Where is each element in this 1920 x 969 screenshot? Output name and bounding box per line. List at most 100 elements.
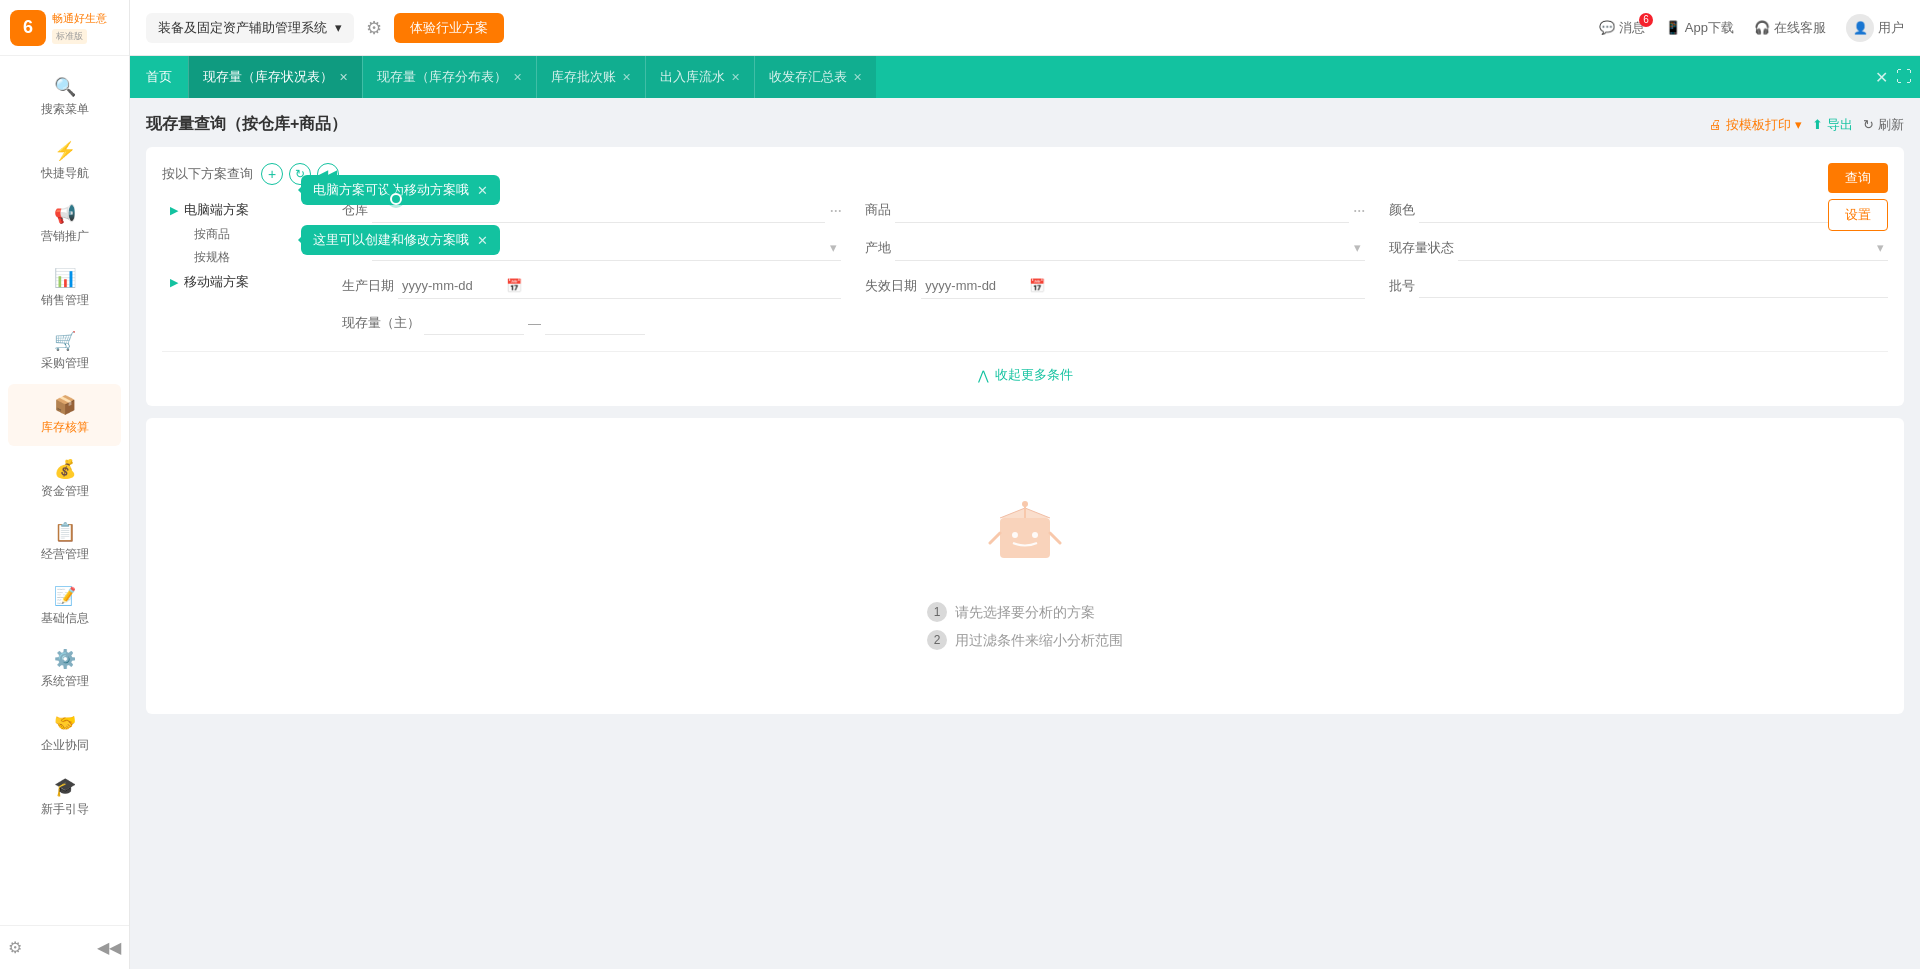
step-1-text: 请先选择要分析的方案: [955, 598, 1095, 626]
system-selector[interactable]: 装备及固定资产辅助管理系统 ▾: [146, 13, 354, 43]
sidebar-item-label: 基础信息: [41, 611, 89, 627]
message-icon: 💬: [1599, 20, 1615, 35]
search-icon: 🔍: [54, 76, 76, 98]
refresh-label: 刷新: [1878, 116, 1904, 134]
warehouse-dots[interactable]: ···: [829, 200, 841, 221]
inventory-status-select[interactable]: ▾: [1458, 235, 1888, 261]
color-select[interactable]: ▾: [1419, 197, 1888, 223]
inventory-main-input-end[interactable]: [545, 311, 645, 335]
sidebar-item-newbie[interactable]: 🎓 新手引导: [8, 766, 121, 828]
sidebar-settings-icon[interactable]: ⚙: [8, 938, 22, 957]
export-button[interactable]: ⬆ 导出: [1812, 116, 1853, 134]
tab-inventory-dist[interactable]: 现存量（库存分布表） ✕: [362, 56, 536, 98]
sidebar-item-search[interactable]: 🔍 搜索菜单: [8, 66, 121, 128]
header-right: 💬 消息 6 📱 App下载 🎧 在线客服 👤 用户: [1599, 14, 1904, 42]
sidebar-item-sales[interactable]: 📊 销售管理: [8, 257, 121, 319]
main-content: 现存量查询（按仓库+商品） 🖨 按模板打印 ▾ ⬆ 导出 ↻ 刷新 按以下方案查…: [130, 98, 1920, 969]
app-download-label: App下载: [1685, 19, 1734, 37]
tab-home[interactable]: 首页: [130, 56, 188, 98]
operations-icon: 📋: [54, 521, 76, 543]
sidebar-item-purchase[interactable]: 🛒 采购管理: [8, 320, 121, 382]
tab-inventory-status[interactable]: 现存量（库存状况表） ✕: [188, 56, 362, 98]
scheme-tooltip-close[interactable]: ✕: [477, 183, 488, 198]
tab-label: 现存量（库存分布表）: [377, 68, 507, 86]
expiry-date-field: 失效日期 📅: [865, 273, 1364, 299]
tab-close-icon[interactable]: ✕: [731, 71, 740, 84]
sidebar-item-label: 搜索菜单: [41, 102, 89, 118]
production-date-start[interactable]: [402, 278, 502, 293]
expiry-date-calendar-icon[interactable]: 📅: [1029, 278, 1045, 293]
empty-steps: 1 请先选择要分析的方案 2 用过滤条件来缩小分析范围: [927, 598, 1123, 654]
pc-scheme-arrow: ▶: [170, 204, 178, 217]
empty-step-1: 1 请先选择要分析的方案: [927, 598, 1123, 626]
expiry-date-input[interactable]: 📅: [921, 273, 1364, 299]
tab-batch-account[interactable]: 库存批次账 ✕: [536, 56, 645, 98]
product-dots[interactable]: ···: [1353, 200, 1365, 221]
export-label: 导出: [1827, 116, 1853, 134]
guide-cursor: [390, 193, 402, 205]
expiry-date-start[interactable]: [925, 278, 1025, 293]
tab-label: 出入库流水: [660, 68, 725, 86]
sidebar-collapse-icon[interactable]: ◀◀: [97, 938, 121, 957]
product-input[interactable]: [895, 197, 1348, 223]
inventory-main-input-start[interactable]: [424, 311, 524, 335]
page-actions: 🖨 按模板打印 ▾ ⬆ 导出 ↻ 刷新: [1709, 116, 1904, 134]
batch-input[interactable]: [1419, 274, 1888, 298]
logo-text: 畅通好生意: [52, 11, 107, 26]
page-header: 现存量查询（按仓库+商品） 🖨 按模板打印 ▾ ⬆ 导出 ↻ 刷新: [146, 114, 1904, 135]
sidebar-item-label: 快捷导航: [41, 166, 89, 182]
tab-close-icon[interactable]: ✕: [853, 71, 862, 84]
tab-close-icon[interactable]: ✕: [339, 71, 348, 84]
tab-close-icon[interactable]: ✕: [513, 71, 522, 84]
sidebar-item-enterprise[interactable]: 🤝 企业协同: [8, 702, 121, 764]
tab-label: 收发存汇总表: [769, 68, 847, 86]
online-support-item[interactable]: 🎧 在线客服: [1754, 19, 1826, 37]
user-item[interactable]: 👤 用户: [1846, 14, 1904, 42]
tab-close-icon[interactable]: ✕: [622, 71, 631, 84]
sidebar-item-system[interactable]: ⚙️ 系统管理: [8, 638, 121, 700]
tab-collect-send[interactable]: 收发存汇总表 ✕: [754, 56, 876, 98]
refresh-button[interactable]: ↻ 刷新: [1863, 116, 1904, 134]
query-button[interactable]: 查询: [1828, 163, 1888, 193]
print-button[interactable]: 🖨 按模板打印 ▾: [1709, 116, 1802, 134]
origin-select[interactable]: ▾: [895, 235, 1364, 261]
close-all-icon[interactable]: ✕: [1875, 68, 1888, 87]
sidebar-item-finance[interactable]: 💰 资金管理: [8, 448, 121, 510]
create-tooltip-close[interactable]: ✕: [477, 233, 488, 248]
sidebar-item-label: 资金管理: [41, 484, 89, 500]
empty-illustration: [975, 478, 1075, 578]
sidebar-item-marketing[interactable]: 📢 营销推广: [8, 193, 121, 255]
sidebar-item-quick-nav[interactable]: ⚡ 快捷导航: [8, 130, 121, 192]
page-title: 现存量查询（按仓库+商品）: [146, 114, 347, 135]
inventory-icon: 📦: [54, 394, 76, 416]
size-dropdown-icon: ▾: [830, 240, 837, 255]
sidebar-item-label: 新手引导: [41, 802, 89, 818]
filter-add-button[interactable]: +: [261, 163, 283, 185]
sidebar-item-inventory[interactable]: 📦 库存核算: [8, 384, 121, 446]
collapse-button[interactable]: ⋀ 收起更多条件: [162, 360, 1888, 390]
app-download-item[interactable]: 📱 App下载: [1665, 19, 1734, 37]
mobile-scheme-item[interactable]: ▶ 移动端方案: [162, 269, 322, 295]
sidebar-item-operations[interactable]: 📋 经营管理: [8, 511, 121, 573]
sidebar-item-basic[interactable]: 📝 基础信息: [8, 575, 121, 637]
svg-rect-0: [1000, 518, 1050, 558]
pc-scheme-label: 电脑端方案: [184, 201, 249, 219]
batch-field: 批号: [1389, 274, 1888, 298]
header-settings-icon[interactable]: ⚙: [366, 17, 382, 39]
tab-in-out-flow[interactable]: 出入库流水 ✕: [645, 56, 754, 98]
system-selector-arrow: ▾: [335, 20, 342, 35]
fullscreen-icon[interactable]: ⛶: [1896, 68, 1912, 86]
origin-field: 产地 ▾: [865, 235, 1364, 261]
filter-title: 按以下方案查询: [162, 165, 253, 183]
production-date-input[interactable]: 📅: [398, 273, 841, 299]
filter-fields: 仓库 ··· 商品 ··· 颜色 ▾: [342, 197, 1888, 335]
production-date-calendar-icon[interactable]: 📅: [506, 278, 522, 293]
inventory-range-dash: —: [528, 316, 541, 331]
avatar-icon: 👤: [1853, 21, 1868, 35]
trial-button[interactable]: 体验行业方案: [394, 13, 504, 43]
pc-scheme-item[interactable]: ▶ 电脑端方案: [162, 197, 322, 223]
newbie-icon: 🎓: [54, 776, 76, 798]
message-item[interactable]: 💬 消息 6: [1599, 19, 1645, 37]
sidebar: 6 畅通好生意 标准版 🔍 搜索菜单 ⚡ 快捷导航 📢 营销推广 📊 销售管理 …: [0, 0, 130, 969]
reset-button[interactable]: 设置: [1828, 199, 1888, 231]
